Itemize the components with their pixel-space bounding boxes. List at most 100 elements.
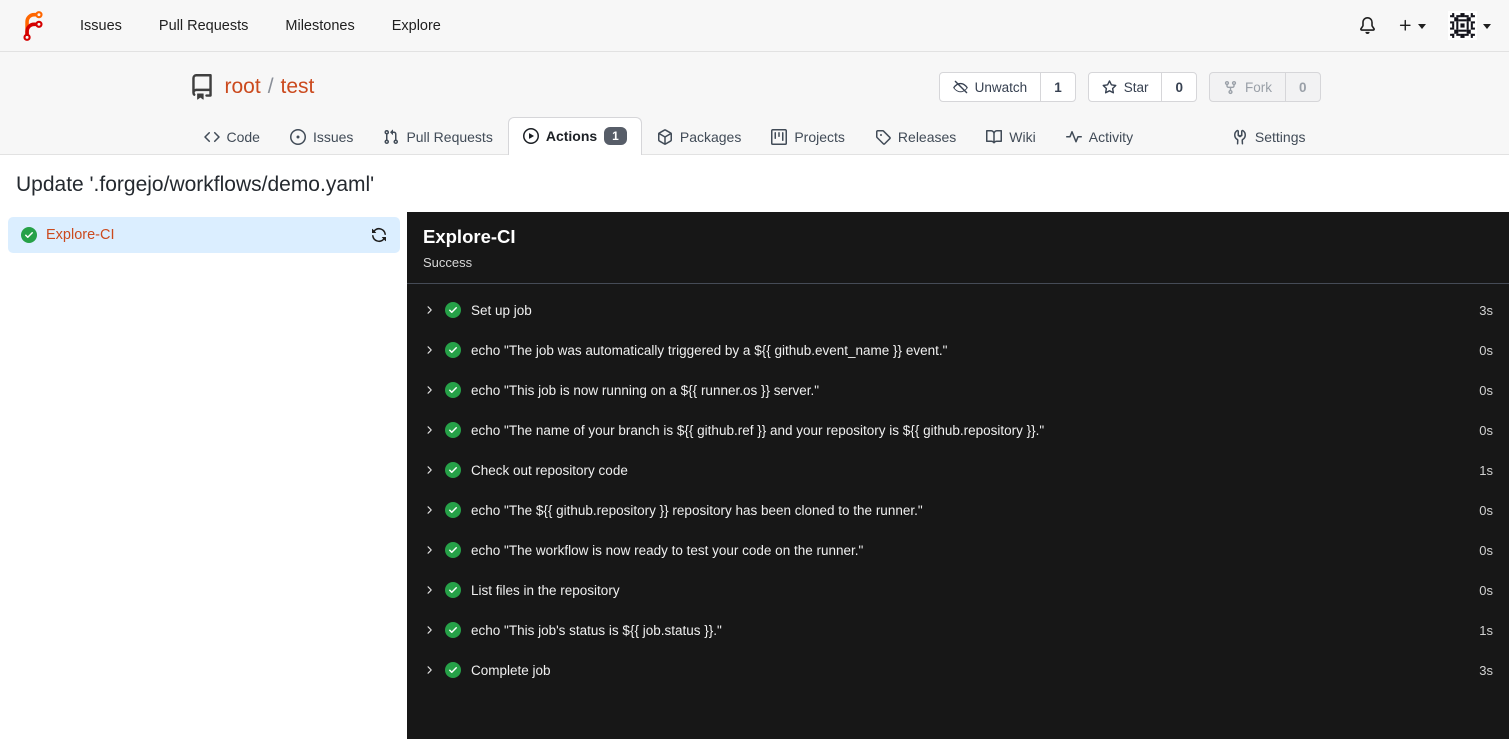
check-circle-icon: [445, 582, 461, 598]
check-circle-icon: [445, 622, 461, 638]
notifications-bell-icon[interactable]: [1359, 17, 1376, 34]
step-duration: 3s: [1479, 662, 1493, 678]
check-circle-icon: [445, 462, 461, 478]
chevron-right-icon: [423, 424, 435, 436]
step-duration: 1s: [1479, 462, 1493, 478]
repo-tabs: Code Issues Pull Requests Actions 1 Pack…: [189, 116, 1321, 155]
step-duration: 0s: [1479, 382, 1493, 398]
breadcrumb-separator: /: [267, 75, 274, 98]
chevron-right-icon: [423, 664, 435, 676]
job-name: Explore-CI: [46, 227, 115, 243]
step-row[interactable]: List files in the repository 0s: [407, 570, 1509, 610]
step-duration: 0s: [1479, 502, 1493, 518]
git-pull-request-icon: [383, 129, 399, 145]
step-duration: 1s: [1479, 622, 1493, 638]
chevron-right-icon: [423, 504, 435, 516]
chevron-right-icon: [423, 584, 435, 596]
step-duration: 3s: [1479, 302, 1493, 318]
chevron-right-icon: [423, 304, 435, 316]
tab-releases[interactable]: Releases: [860, 119, 971, 154]
check-circle-icon: [445, 542, 461, 558]
pulse-icon: [1065, 129, 1082, 145]
repo-title-row: root / test Unwatch 1 Star 0 Fork 0: [189, 72, 1321, 102]
job-status-text: Success: [423, 255, 473, 270]
step-name: List files in the repository: [471, 582, 620, 598]
run-layout: Explore-CI Explore-CI Success Set up job…: [0, 212, 1509, 739]
step-name: echo "The workflow is now ready to test …: [471, 542, 864, 558]
avatar: [1448, 11, 1477, 40]
nav-link-explore[interactable]: Explore: [392, 18, 441, 34]
nav-link-milestones[interactable]: Milestones: [285, 18, 354, 34]
watch-count[interactable]: 1: [1040, 73, 1075, 101]
fork-button: Fork: [1210, 73, 1285, 101]
step-duration: 0s: [1479, 342, 1493, 358]
check-circle-icon: [445, 302, 461, 318]
step-row[interactable]: Check out repository code 1s: [407, 450, 1509, 490]
repo-book-icon: [189, 74, 215, 100]
step-name: Complete job: [471, 662, 551, 678]
step-row[interactable]: echo "The ${{ github.repository }} repos…: [407, 490, 1509, 530]
step-name: echo "The name of your branch is ${{ git…: [471, 422, 1045, 438]
step-name: Set up job: [471, 302, 532, 318]
book-open-icon: [986, 129, 1003, 145]
step-row[interactable]: Set up job 3s: [407, 290, 1509, 330]
chevron-right-icon: [423, 624, 435, 636]
fork-count: 0: [1284, 73, 1320, 101]
step-row[interactable]: Complete job 3s: [407, 650, 1509, 690]
job-item-explore-ci[interactable]: Explore-CI: [8, 217, 400, 253]
project-board-icon: [771, 129, 788, 145]
repo-owner-link[interactable]: root: [225, 75, 261, 99]
tag-icon: [875, 129, 891, 145]
nav-link-issues[interactable]: Issues: [80, 18, 122, 34]
step-row[interactable]: echo "This job's status is ${{ job.statu…: [407, 610, 1509, 650]
chevron-right-icon: [423, 464, 435, 476]
step-row[interactable]: echo "The job was automatically triggere…: [407, 330, 1509, 370]
tab-projects[interactable]: Projects: [756, 119, 860, 154]
unwatch-button[interactable]: Unwatch: [940, 73, 1041, 101]
job-log-header: Explore-CI Success: [407, 212, 1509, 284]
tab-actions[interactable]: Actions 1: [507, 117, 642, 155]
tab-wiki[interactable]: Wiki: [971, 119, 1050, 154]
play-circle-icon: [522, 128, 539, 144]
jobs-sidebar: Explore-CI: [0, 212, 407, 253]
main-nav: Issues Pull Requests Milestones Explore: [80, 18, 441, 34]
check-circle-icon: [445, 382, 461, 398]
nav-link-pull-requests[interactable]: Pull Requests: [159, 18, 248, 34]
eye-slash-icon: [952, 80, 968, 93]
step-name: echo "This job is now running on a ${{ r…: [471, 382, 820, 398]
create-new-dropdown[interactable]: [1398, 18, 1426, 33]
issue-icon: [289, 129, 306, 145]
step-row[interactable]: echo "This job is now running on a ${{ r…: [407, 370, 1509, 410]
actions-count-badge: 1: [604, 127, 627, 145]
top-navbar: Issues Pull Requests Milestones Explore: [0, 0, 1509, 52]
check-circle-icon: [21, 227, 37, 243]
fork-button-group: Fork 0: [1208, 72, 1321, 102]
chevron-down-icon: [1418, 24, 1426, 29]
chevron-right-icon: [423, 344, 435, 356]
forgejo-logo-icon[interactable]: [18, 10, 48, 41]
chevron-down-icon: [1483, 24, 1491, 29]
repo-name-link[interactable]: test: [281, 75, 315, 99]
step-name: echo "The job was automatically triggere…: [471, 342, 948, 358]
tab-code[interactable]: Code: [189, 119, 275, 154]
steps-list: Set up job 3s echo "The job was automati…: [407, 284, 1509, 690]
star-button[interactable]: Star: [1089, 73, 1162, 101]
plus-icon: [1399, 19, 1411, 31]
check-circle-icon: [445, 502, 461, 518]
tab-packages[interactable]: Packages: [642, 119, 756, 154]
tab-activity[interactable]: Activity: [1051, 119, 1148, 154]
repo-breadcrumb: root / test: [225, 75, 315, 99]
step-row[interactable]: echo "The name of your branch is ${{ git…: [407, 410, 1509, 450]
rerun-sync-icon[interactable]: [371, 227, 387, 243]
step-row[interactable]: echo "The workflow is now ready to test …: [407, 530, 1509, 570]
tab-issues[interactable]: Issues: [275, 119, 368, 154]
star-count[interactable]: 0: [1161, 73, 1196, 101]
step-duration: 0s: [1479, 542, 1493, 558]
tab-settings[interactable]: Settings: [1217, 119, 1321, 154]
user-menu-dropdown[interactable]: [1448, 11, 1491, 40]
step-duration: 0s: [1479, 422, 1493, 438]
tab-pull-requests[interactable]: Pull Requests: [368, 119, 507, 154]
star-icon: [1102, 79, 1117, 94]
check-circle-icon: [445, 662, 461, 678]
fork-icon: [1224, 80, 1237, 94]
